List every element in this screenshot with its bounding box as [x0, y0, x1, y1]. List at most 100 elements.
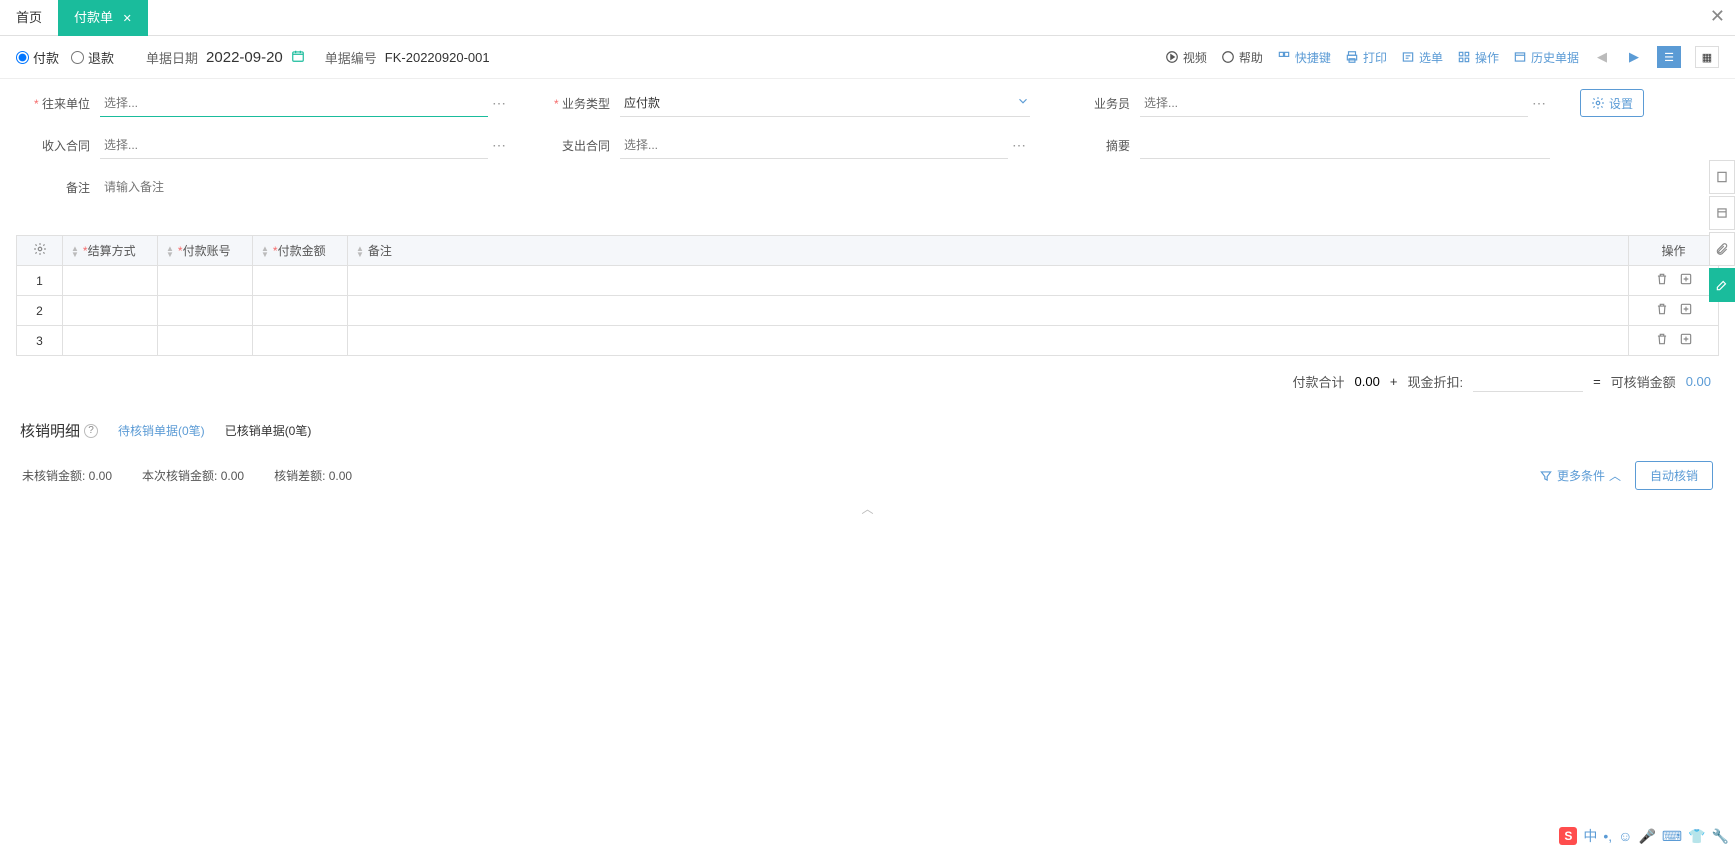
prev-doc-icon[interactable]: ◀	[1593, 49, 1611, 65]
collapse-caret-icon[interactable]: ︿	[0, 500, 1735, 517]
summary-input[interactable]	[1140, 131, 1550, 159]
cell-amount[interactable]	[253, 296, 348, 326]
pay-total-value: 0.00	[1355, 374, 1380, 389]
more-filter-link[interactable]: 更多条件 ︿	[1539, 467, 1621, 484]
writeoff-section-bar: 核销明细 ? 待核销单据(0笔) 已核销单据(0笔)	[0, 406, 1735, 451]
ime-skin-icon[interactable]: 👕	[1688, 828, 1705, 845]
biztype-value: 应付款	[620, 94, 1016, 111]
tab-payment[interactable]: 付款单 ✕	[58, 0, 148, 36]
col-amount[interactable]: ▲▼*付款金额	[253, 236, 348, 266]
cell-account[interactable]	[158, 326, 253, 356]
cell-settle[interactable]	[63, 296, 158, 326]
view-list-button[interactable]: ☰	[1657, 46, 1681, 68]
table-row[interactable]: 1	[17, 266, 1719, 296]
table-row[interactable]: 2	[17, 296, 1719, 326]
rail-item-2[interactable]	[1709, 196, 1735, 230]
col-settle[interactable]: ▲▼*结算方式	[63, 236, 158, 266]
toolbar: 付款 退款 单据日期 2022-09-20 单据编号 FK-20220920-0…	[0, 36, 1735, 79]
cell-amount[interactable]	[253, 326, 348, 356]
ime-lang[interactable]: 中	[1583, 826, 1597, 846]
delete-icon[interactable]	[1655, 332, 1669, 349]
docno-label: 单据编号	[325, 48, 377, 67]
expense-contract-input[interactable]	[620, 131, 1008, 159]
cell-account[interactable]	[158, 266, 253, 296]
ime-icon[interactable]: •,	[1603, 828, 1612, 844]
auto-writeoff-button[interactable]: 自动核销	[1635, 461, 1713, 490]
writeoff-title: 核销明细 ?	[20, 420, 98, 441]
radio-pay[interactable]: 付款	[16, 48, 59, 67]
rail-item-1[interactable]	[1709, 160, 1735, 194]
video-link[interactable]: 视频	[1165, 49, 1207, 66]
rail-attachment-icon[interactable]	[1709, 232, 1735, 266]
cell-settle[interactable]	[63, 326, 158, 356]
add-row-icon[interactable]	[1679, 332, 1693, 349]
tab-pending-writeoff[interactable]: 待核销单据(0笔)	[118, 422, 205, 439]
remark-input[interactable]	[100, 173, 1715, 201]
add-row-icon[interactable]	[1679, 272, 1693, 289]
tab-home[interactable]: 首页	[0, 0, 58, 36]
cell-settle[interactable]	[63, 266, 158, 296]
settings-button[interactable]: 设置	[1580, 89, 1644, 117]
ime-tray: S 中 •, ☺ 🎤 ⌨ 👕 🔧	[1559, 826, 1729, 846]
party-label: 往来单位	[20, 95, 100, 112]
more-icon[interactable]: ⋯	[1528, 95, 1550, 112]
ime-mic-icon[interactable]: 🎤	[1638, 828, 1655, 845]
cell-action	[1629, 296, 1719, 326]
biztype-label: 业务类型	[540, 95, 620, 112]
radio-refund[interactable]: 退款	[71, 48, 114, 67]
next-doc-icon[interactable]: ▶	[1625, 49, 1643, 65]
pick-link[interactable]: 选单	[1401, 49, 1443, 66]
close-all-icon[interactable]: ✕	[1710, 6, 1725, 27]
plus-sign: +	[1390, 374, 1398, 389]
print-link[interactable]: 打印	[1345, 49, 1387, 66]
delete-icon[interactable]	[1655, 302, 1669, 319]
biztype-select[interactable]: 应付款	[620, 89, 1030, 117]
clerk-input[interactable]	[1140, 89, 1528, 117]
party-input[interactable]	[100, 89, 488, 117]
ime-emoji-icon[interactable]: ☺	[1618, 828, 1632, 844]
operate-link[interactable]: 操作	[1457, 49, 1499, 66]
ime-logo-icon[interactable]: S	[1559, 827, 1577, 845]
pay-total-label: 付款合计	[1293, 372, 1345, 391]
col-account[interactable]: ▲▼*付款账号	[158, 236, 253, 266]
form-area: 往来单位 ⋯ 业务类型 应付款 业务员 ⋯ 设置 收入合同 ⋯ 支出合同 ⋯	[0, 79, 1735, 235]
date-label: 单据日期	[146, 48, 198, 67]
expense-contract-label: 支出合同	[540, 137, 620, 154]
delete-icon[interactable]	[1655, 272, 1669, 289]
writable-value: 0.00	[1686, 374, 1711, 389]
table-row[interactable]: 3	[17, 326, 1719, 356]
more-icon[interactable]: ⋯	[1008, 137, 1030, 154]
col-remark[interactable]: ▲▼备注	[348, 236, 1629, 266]
tab-payment-label: 付款单	[74, 10, 113, 25]
cell-remark[interactable]	[348, 296, 1629, 326]
tab-done-writeoff[interactable]: 已核销单据(0笔)	[225, 422, 312, 439]
thiswrite-amount: 本次核销金额: 0.00	[142, 467, 244, 484]
close-icon[interactable]: ✕	[123, 13, 132, 25]
docno-value: FK-20220920-001	[385, 50, 490, 65]
row-index: 2	[17, 296, 63, 326]
income-contract-input[interactable]	[100, 131, 488, 159]
cell-remark[interactable]	[348, 266, 1629, 296]
help-icon[interactable]: ?	[84, 424, 98, 438]
add-row-icon[interactable]	[1679, 302, 1693, 319]
gear-header[interactable]	[17, 236, 63, 266]
tab-bar: 首页 付款单 ✕ ✕	[0, 0, 1735, 36]
date-value[interactable]: 2022-09-20	[206, 49, 283, 66]
rail-edit-icon[interactable]	[1709, 268, 1735, 302]
help-link[interactable]: 帮助	[1221, 49, 1263, 66]
cell-account[interactable]	[158, 296, 253, 326]
cell-remark[interactable]	[348, 326, 1629, 356]
discount-input[interactable]	[1473, 370, 1583, 392]
ime-keyboard-icon[interactable]: ⌨	[1662, 828, 1682, 845]
toolbar-right: 视频 帮助 快捷键 打印 选单 操作 历史单据 ◀ ▶ ☰ ▦	[1165, 46, 1719, 68]
calendar-icon[interactable]	[291, 49, 305, 66]
more-icon[interactable]: ⋯	[488, 95, 510, 112]
view-card-button[interactable]: ▦	[1695, 46, 1719, 68]
ime-tool-icon[interactable]: 🔧	[1712, 828, 1729, 845]
clerk-label: 业务员	[1060, 95, 1140, 112]
more-icon[interactable]: ⋯	[488, 137, 510, 154]
history-link[interactable]: 历史单据	[1513, 49, 1579, 66]
row-index: 3	[17, 326, 63, 356]
cell-amount[interactable]	[253, 266, 348, 296]
shortcut-link[interactable]: 快捷键	[1277, 49, 1331, 66]
